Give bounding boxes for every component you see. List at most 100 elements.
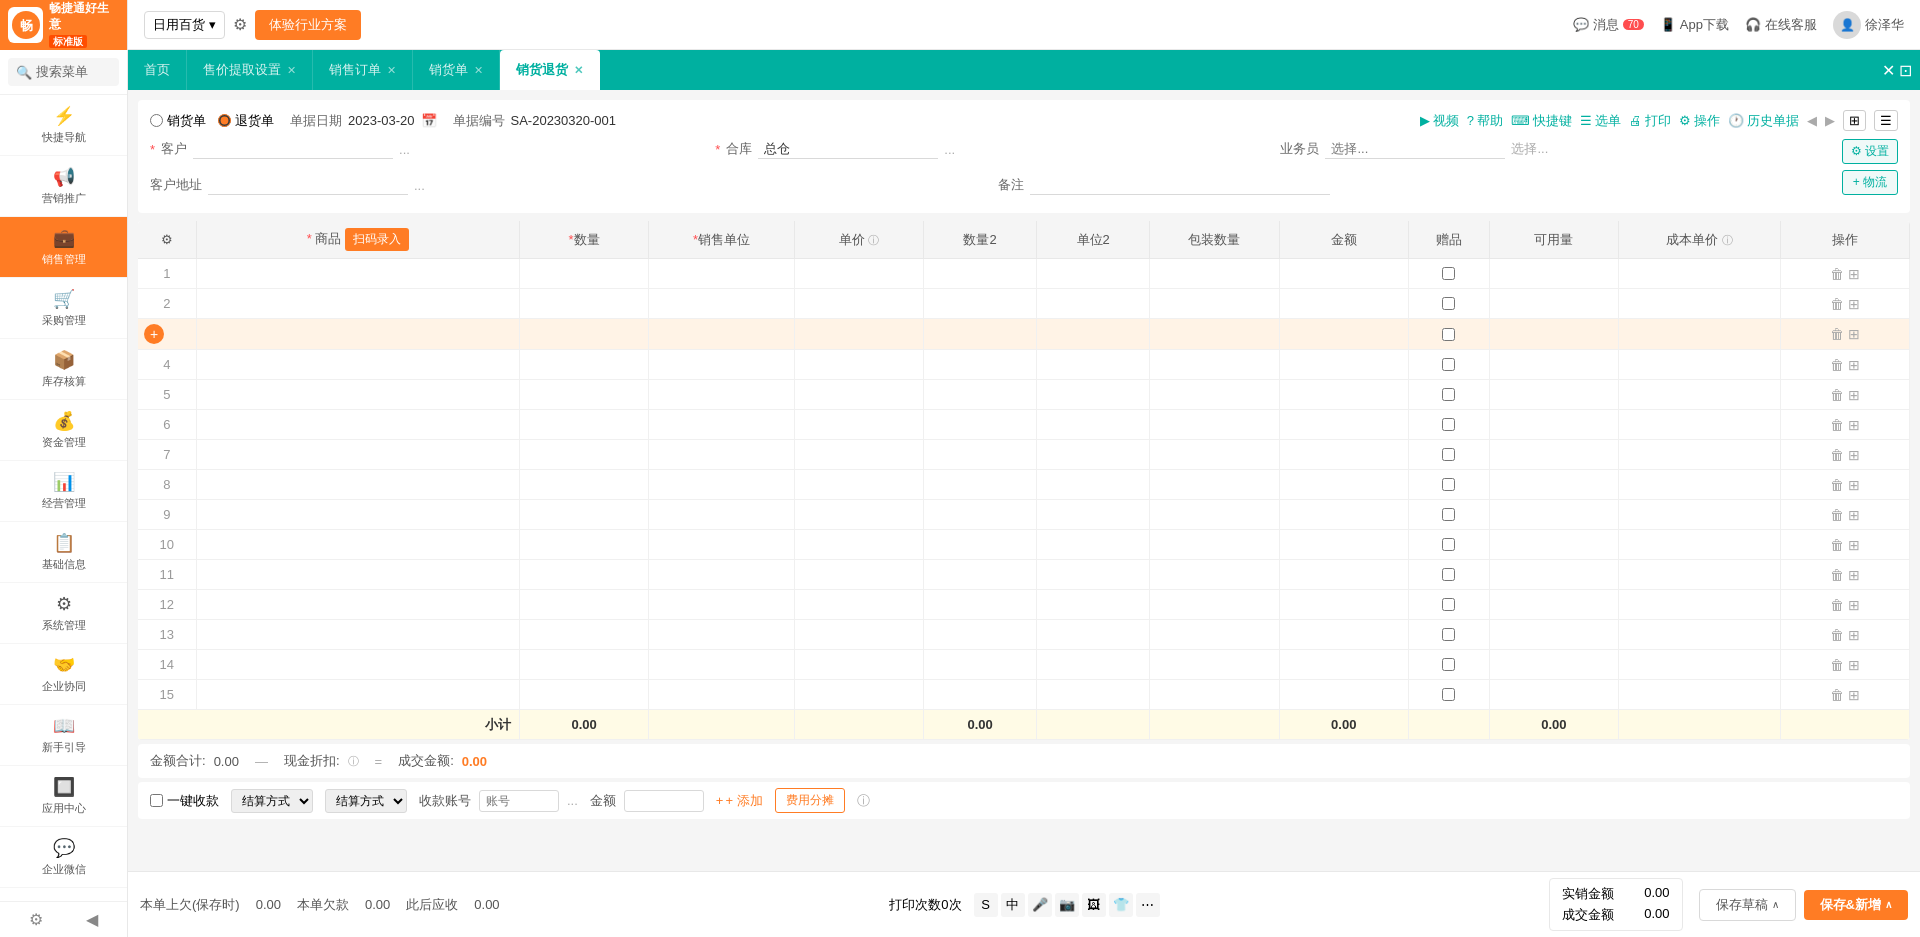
tab-close-button[interactable]: ✕ [1882, 61, 1895, 80]
tab-price-setup[interactable]: 售价提取设置 ✕ [187, 50, 313, 90]
help-button[interactable]: ? 帮助 [1467, 112, 1503, 130]
copy-row-13[interactable]: ⊞ [1848, 627, 1860, 643]
tab-maximize-button[interactable]: ⊡ [1899, 61, 1912, 80]
gift-checkbox-5[interactable] [1442, 388, 1455, 401]
sidebar-item-member[interactable]: V 畅会员 [0, 888, 127, 901]
gift-checkbox-10[interactable] [1442, 538, 1455, 551]
gift-checkbox-8[interactable] [1442, 478, 1455, 491]
address-picker[interactable]: ... [414, 178, 425, 193]
sidebar-item-operations[interactable]: 📊 经营管理 [0, 461, 127, 522]
save-new-button[interactable]: 保存&新增 ∧ [1804, 890, 1908, 920]
tool-zh[interactable]: 中 [1001, 893, 1025, 917]
sidebar-item-finance[interactable]: 💰 资金管理 [0, 400, 127, 461]
sidebar-settings-button[interactable]: ⚙ [29, 910, 43, 929]
gift-checkbox-13[interactable] [1442, 628, 1455, 641]
gift-checkbox-11[interactable] [1442, 568, 1455, 581]
tab-sales-delivery-close[interactable]: ✕ [474, 64, 483, 77]
customer-input[interactable] [193, 139, 393, 159]
trial-button[interactable]: 体验行业方案 [255, 10, 361, 40]
operate-button[interactable]: ⚙ 操作 [1679, 112, 1720, 130]
sidebar-item-coop[interactable]: 🤝 企业协同 [0, 644, 127, 705]
sidebar-item-system[interactable]: ⚙ 系统管理 [0, 583, 127, 644]
sidebar-item-inventory[interactable]: 📦 库存核算 [0, 339, 127, 400]
copy-row-12[interactable]: ⊞ [1848, 597, 1860, 613]
warehouse-picker[interactable]: ... [944, 142, 955, 157]
gift-checkbox-12[interactable] [1442, 598, 1455, 611]
cell-product-6[interactable] [196, 410, 519, 440]
search-menu-button[interactable]: 🔍 搜索菜单 [8, 58, 119, 86]
delete-row-8[interactable]: 🗑 [1830, 477, 1844, 493]
tab-sales-return-close[interactable]: ✕ [574, 64, 583, 77]
cell-product-13[interactable] [196, 620, 519, 650]
delete-row-15[interactable]: 🗑 [1830, 687, 1844, 703]
copy-row-5[interactable]: ⊞ [1848, 387, 1860, 403]
delete-row-1[interactable]: 🗑 [1830, 266, 1844, 282]
delete-row-4[interactable]: 🗑 [1830, 357, 1844, 373]
app-download-button[interactable]: 📱 App下载 [1660, 16, 1729, 34]
gift-checkbox-4[interactable] [1442, 358, 1455, 371]
gift-checkbox-6[interactable] [1442, 418, 1455, 431]
history-button[interactable]: 🕐 历史单据 [1728, 112, 1799, 130]
customer-picker[interactable]: ... [399, 142, 410, 157]
tool-shirt[interactable]: 👕 [1109, 893, 1133, 917]
save-draft-button[interactable]: 保存草稿 ∧ [1699, 889, 1796, 921]
tab-sales-order[interactable]: 销售订单 ✕ [313, 50, 413, 90]
shortcut-btn[interactable]: ⌨ 快捷键 [1511, 112, 1572, 130]
radio-sale[interactable]: 销货单 [150, 112, 206, 130]
gift-checkbox-9[interactable] [1442, 508, 1455, 521]
cell-product-5[interactable] [196, 380, 519, 410]
tab-sales-delivery[interactable]: 销货单 ✕ [413, 50, 500, 90]
settings-form-button[interactable]: ⚙ 设置 [1842, 139, 1898, 164]
sidebar-item-sales[interactable]: 💼 销售管理 [0, 217, 127, 278]
tab-sales-order-close[interactable]: ✕ [387, 64, 396, 77]
remark-input[interactable] [1030, 175, 1330, 195]
user-menu[interactable]: 👤 徐泽华 [1833, 11, 1904, 39]
account-input[interactable] [479, 790, 559, 812]
delete-row-13[interactable]: 🗑 [1830, 627, 1844, 643]
cell-product-9[interactable] [196, 500, 519, 530]
radio-return-input[interactable] [218, 114, 231, 127]
delete-row-6[interactable]: 🗑 [1830, 417, 1844, 433]
fee-amount-input[interactable] [624, 790, 704, 812]
radio-return[interactable]: 退货单 [218, 112, 274, 130]
copy-row-11[interactable]: ⊞ [1848, 567, 1860, 583]
delete-row-12[interactable]: 🗑 [1830, 597, 1844, 613]
warehouse-input[interactable] [758, 139, 938, 159]
one-click-pay-checkbox[interactable]: 一键收款 [150, 792, 219, 810]
print-button[interactable]: 🖨 打印 [1629, 112, 1671, 130]
gift-checkbox-15[interactable] [1442, 688, 1455, 701]
delete-row-11[interactable]: 🗑 [1830, 567, 1844, 583]
add-row-button[interactable]: + [144, 324, 164, 344]
delete-row-7[interactable]: 🗑 [1830, 447, 1844, 463]
logistics-button[interactable]: + 物流 [1842, 170, 1898, 195]
tab-sales-return[interactable]: 销货退货 ✕ [500, 50, 600, 90]
address-input[interactable] [208, 175, 408, 195]
sidebar-item-guide[interactable]: 📖 新手引导 [0, 705, 127, 766]
settle-method-select[interactable]: 结算方式 [231, 789, 313, 813]
cell-product-10[interactable] [196, 530, 519, 560]
delete-row-9[interactable]: 🗑 [1830, 507, 1844, 523]
cell-product-15[interactable] [196, 680, 519, 710]
select-order-btn[interactable]: ☰ 选单 [1580, 112, 1621, 130]
delete-row-2[interactable]: 🗑 [1830, 296, 1844, 312]
cell-product-4[interactable] [196, 350, 519, 380]
gift-checkbox-3[interactable] [1442, 328, 1455, 341]
cell-product-12[interactable] [196, 590, 519, 620]
copy-row-10[interactable]: ⊞ [1848, 537, 1860, 553]
fee-split-button[interactable]: 费用分摊 [775, 788, 845, 813]
scan-input-button[interactable]: 扫码录入 [345, 228, 409, 251]
tab-home[interactable]: 首页 [128, 50, 187, 90]
staff-input[interactable] [1325, 139, 1505, 159]
delete-row-14[interactable]: 🗑 [1830, 657, 1844, 673]
topbar-settings-button[interactable]: ⚙ [233, 15, 247, 34]
one-click-pay-input[interactable] [150, 794, 163, 807]
staff-picker[interactable]: 选择... [1511, 140, 1548, 158]
cell-product-3[interactable] [196, 319, 519, 350]
copy-row-9[interactable]: ⊞ [1848, 507, 1860, 523]
copy-row-2[interactable]: ⊞ [1848, 296, 1860, 312]
gift-checkbox-2[interactable] [1442, 297, 1455, 310]
tool-mic[interactable]: 🎤 [1028, 893, 1052, 917]
sidebar-item-shortcut[interactable]: ⚡ 快捷导航 [0, 95, 127, 156]
gift-checkbox-1[interactable] [1442, 267, 1455, 280]
tool-more[interactable]: ⋯ [1136, 893, 1160, 917]
